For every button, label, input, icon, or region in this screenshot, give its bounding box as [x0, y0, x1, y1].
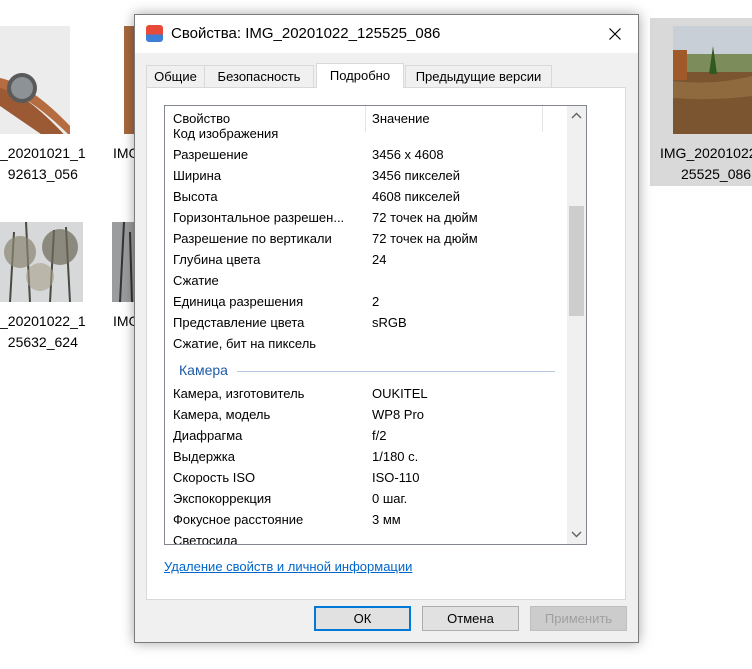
table-row[interactable]: Глубина цвета 24 — [165, 249, 568, 270]
close-icon — [609, 28, 621, 40]
file-label[interactable]: _20201021_1 92613_056 — [0, 143, 86, 185]
scrollbar-thumb[interactable] — [569, 206, 584, 316]
table-row[interactable]: Светосила — [165, 530, 568, 545]
property-name: Представление цвета — [173, 315, 305, 330]
table-row[interactable]: Разрешение 3456 x 4608 — [165, 144, 568, 165]
property-name: Камера, изготовитель — [173, 386, 305, 401]
table-row[interactable]: Экспокоррекция 0 шаг. — [165, 488, 568, 509]
property-name: Горизонтальное разрешен... — [173, 210, 345, 225]
trees-image — [0, 221, 83, 303]
file-name-line: 25632_624 — [7, 334, 78, 350]
file-label[interactable]: IMG_20201022 25525_086 — [660, 143, 752, 185]
tab-security[interactable]: Безопасность — [204, 65, 314, 87]
property-value: WP8 Pro — [372, 407, 425, 422]
property-name: Единица разрешения — [173, 294, 304, 309]
property-name: Камера, модель — [173, 407, 271, 422]
thumbnail-trees[interactable] — [0, 221, 83, 303]
property-name: Скорость ISO — [173, 470, 256, 485]
file-name-line: 92613_056 — [7, 166, 78, 182]
table-row[interactable]: Фокусное расстояние 3 мм — [165, 509, 568, 530]
file-name-line: IMG_20201022 — [660, 145, 752, 161]
thumbnail-field[interactable] — [673, 26, 752, 134]
scroll-up-icon — [571, 112, 582, 119]
thumbnail-watch[interactable] — [0, 26, 70, 154]
property-value: 4608 пикселей — [372, 189, 461, 204]
cancel-button[interactable]: Отмена — [422, 606, 519, 631]
table-row[interactable]: Разрешение по вертикали 72 точек на дюйм — [165, 228, 568, 249]
property-name: Разрешение — [173, 147, 249, 162]
table-row[interactable]: Сжатие, бит на пиксель — [165, 333, 568, 354]
group-divider — [237, 371, 555, 372]
property-name: Разрешение по вертикали — [173, 231, 332, 246]
table-row[interactable]: Единица разрешения 2 — [165, 291, 568, 312]
file-label[interactable]: _20201022_1 25632_624 — [0, 311, 86, 353]
scroll-up-button[interactable] — [567, 106, 586, 125]
property-name: Диафрагма — [173, 428, 243, 443]
property-name: Сжатие, бит на пиксель — [173, 336, 317, 351]
file-name-line: 25525_086 — [681, 166, 752, 182]
table-row[interactable]: Ширина 3456 пикселей — [165, 165, 568, 186]
table-row[interactable]: Горизонтальное разрешен... 72 точек на дю… — [165, 207, 568, 228]
field-image — [673, 26, 752, 134]
group-header-camera: Камера — [179, 362, 228, 378]
file-name-line: _20201022_1 — [0, 313, 86, 329]
scroll-down-button[interactable] — [567, 525, 586, 544]
property-value: 24 — [372, 252, 387, 267]
ok-button[interactable]: ОК — [314, 606, 411, 631]
title-bar[interactable]: Свойства: IMG_20201022_125525_086 — [135, 15, 638, 53]
remove-properties-link[interactable]: Удаление свойств и личной информации — [164, 559, 412, 574]
tab-previous-versions[interactable]: Предыдущие версии — [405, 65, 552, 87]
table-row[interactable]: Выдержка 1/180 с. — [165, 446, 568, 467]
property-value: f/2 — [372, 428, 387, 443]
watch-image — [0, 26, 70, 154]
property-name: Высота — [173, 189, 218, 204]
table-row[interactable]: Высота 4608 пикселей — [165, 186, 568, 207]
table-row[interactable]: Представление цвета sRGB — [165, 312, 568, 333]
property-value: 72 точек на дюйм — [372, 231, 478, 246]
property-name: Экспокоррекция — [173, 491, 272, 506]
table-row[interactable]: Код изображения — [165, 123, 568, 144]
dialog-title: Свойства: IMG_20201022_125525_086 — [171, 25, 441, 42]
tab-general[interactable]: Общие — [146, 65, 205, 87]
property-value: 2 — [372, 294, 380, 309]
property-value: 3 мм — [372, 512, 401, 527]
vertical-scrollbar[interactable] — [567, 106, 586, 544]
tab-details[interactable]: Подробно — [316, 63, 404, 88]
properties-dialog: Свойства: IMG_20201022_125525_086 Общие … — [134, 14, 639, 643]
table-row[interactable]: Скорость ISO ISO-110 — [165, 467, 568, 488]
apply-button[interactable]: Применить — [530, 606, 627, 631]
property-name: Ширина — [173, 168, 222, 183]
property-name: Светосила — [173, 533, 238, 545]
scroll-down-icon — [571, 531, 582, 538]
table-row[interactable]: Диафрагма f/2 — [165, 425, 568, 446]
property-value: ISO-110 — [372, 470, 420, 485]
property-value: OUKITEL — [372, 386, 428, 401]
table-row[interactable]: Сжатие — [165, 270, 568, 291]
property-value: 3456 пикселей — [372, 168, 461, 183]
file-name-line: _20201021_1 — [0, 145, 86, 161]
property-value: 3456 x 4608 — [372, 147, 444, 162]
property-name: Выдержка — [173, 449, 235, 464]
table-row[interactable]: Камера, модель WP8 Pro — [165, 404, 568, 425]
property-name: Сжатие — [173, 273, 219, 288]
property-value: sRGB — [372, 315, 407, 330]
property-value: 1/180 с. — [372, 449, 419, 464]
details-panel: Свойство Значение Код изображения Разреш… — [146, 87, 626, 600]
property-name: Глубина цвета — [173, 252, 261, 267]
property-name: Код изображения — [173, 126, 279, 141]
property-value: 0 шаг. — [372, 491, 408, 506]
table-row[interactable]: Камера, изготовитель OUKITEL — [165, 383, 568, 404]
property-name: Фокусное расстояние — [173, 512, 304, 527]
close-button[interactable] — [592, 15, 638, 53]
properties-app-icon — [146, 25, 163, 42]
properties-list[interactable]: Свойство Значение Код изображения Разреш… — [164, 105, 587, 545]
property-value: 72 точек на дюйм — [372, 210, 478, 225]
